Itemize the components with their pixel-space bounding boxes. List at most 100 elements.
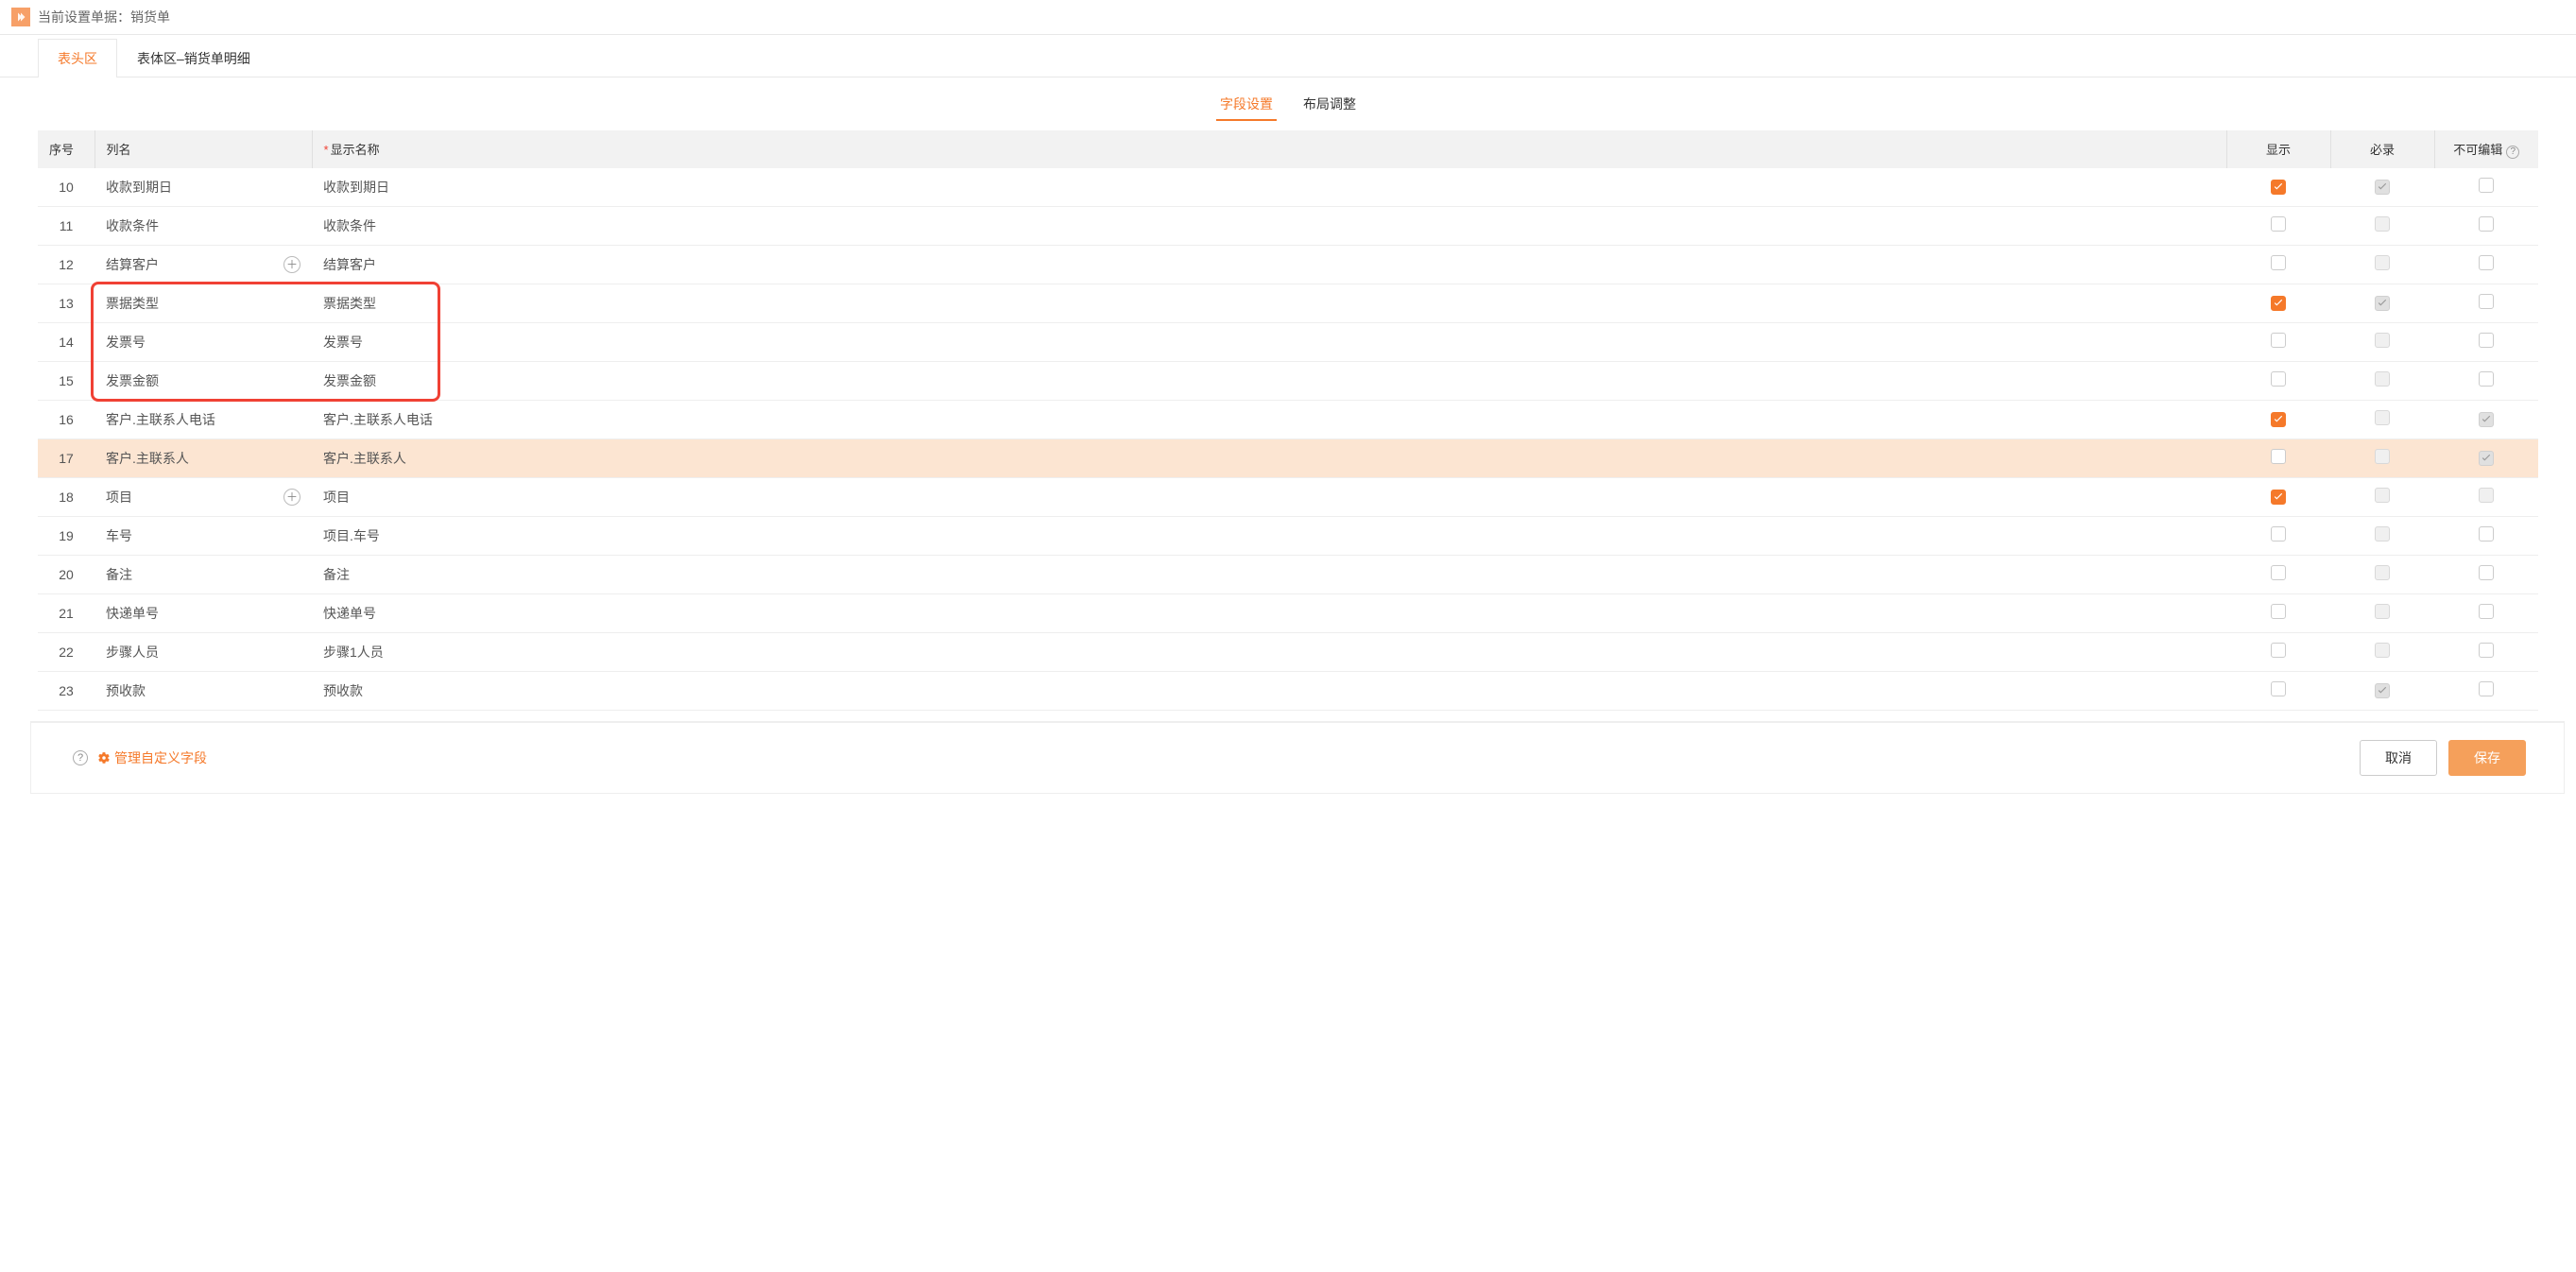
seq-cell: 20 — [38, 555, 94, 593]
footer-bar: ? 管理自定义字段 取消 保存 — [30, 722, 2565, 794]
doc-title: 当前设置单据：销货单 — [38, 8, 170, 26]
doc-name-label: 销货单 — [130, 9, 170, 25]
display-cell[interactable]: 结算客户 — [312, 245, 2226, 284]
name-cell: 发票号 — [94, 322, 312, 361]
table-row[interactable]: 17客户.主联系人客户.主联系人 — [38, 438, 2538, 477]
sub-tab-1[interactable]: 布局调整 — [1299, 89, 1360, 119]
show-checkbox[interactable] — [2271, 216, 2286, 232]
readonly-checkbox[interactable] — [2479, 255, 2494, 270]
top-bar: 当前设置单据：销货单 — [0, 0, 2576, 35]
display-cell[interactable]: 客户.主联系人电话 — [312, 400, 2226, 438]
table-row[interactable]: 12结算客户＋结算客户 — [38, 245, 2538, 284]
required-checkbox — [2375, 216, 2390, 232]
table-row[interactable]: 10收款到期日收款到期日 — [38, 168, 2538, 207]
table-row[interactable]: 11收款条件收款条件 — [38, 206, 2538, 245]
name-cell: 备注 — [94, 555, 312, 593]
table-row[interactable]: 16客户.主联系人电话客户.主联系人电话 — [38, 400, 2538, 438]
help-icon[interactable]: ? — [2506, 146, 2519, 159]
table-row[interactable]: 18项目＋项目 — [38, 477, 2538, 516]
seq-cell: 14 — [38, 322, 94, 361]
sub-tabs: 字段设置布局调整 — [0, 77, 2576, 130]
manage-custom-fields-link[interactable]: 管理自定义字段 — [97, 748, 207, 767]
display-cell[interactable]: 收款到期日 — [312, 168, 2226, 207]
table-row[interactable]: 21快递单号快递单号 — [38, 593, 2538, 632]
name-cell: 项目＋ — [94, 477, 312, 516]
name-cell: 发票金额 — [94, 361, 312, 400]
display-cell[interactable]: 步骤1人员 — [312, 632, 2226, 671]
seq-cell: 11 — [38, 206, 94, 245]
name-cell: 票据类型 — [94, 284, 312, 322]
seq-cell: 10 — [38, 168, 94, 207]
readonly-checkbox — [2479, 412, 2494, 427]
col-header-readonly: 不可编辑? — [2434, 130, 2538, 168]
sub-tab-0[interactable]: 字段设置 — [1216, 89, 1277, 119]
title-prefix-label: 当前设置单据： — [38, 9, 130, 25]
seq-cell: 16 — [38, 400, 94, 438]
show-checkbox[interactable] — [2271, 296, 2286, 311]
table-row[interactable]: 19车号项目.车号 — [38, 516, 2538, 555]
table-row[interactable]: 23预收款预收款 — [38, 671, 2538, 710]
show-checkbox[interactable] — [2271, 371, 2286, 387]
show-checkbox[interactable] — [2271, 643, 2286, 658]
show-checkbox[interactable] — [2271, 490, 2286, 505]
footer-help-icon[interactable]: ? — [73, 750, 88, 765]
table-row[interactable]: 20备注备注 — [38, 555, 2538, 593]
show-checkbox[interactable] — [2271, 180, 2286, 195]
readonly-checkbox[interactable] — [2479, 294, 2494, 309]
readonly-checkbox[interactable] — [2479, 333, 2494, 348]
readonly-checkbox[interactable] — [2479, 178, 2494, 193]
name-cell: 车号 — [94, 516, 312, 555]
table-row[interactable]: 15发票金额发票金额 — [38, 361, 2538, 400]
show-checkbox[interactable] — [2271, 681, 2286, 696]
save-button[interactable]: 保存 — [2448, 740, 2526, 776]
show-checkbox[interactable] — [2271, 526, 2286, 541]
readonly-checkbox[interactable] — [2479, 604, 2494, 619]
display-cell[interactable]: 项目 — [312, 477, 2226, 516]
required-checkbox — [2375, 371, 2390, 387]
display-cell[interactable]: 客户.主联系人 — [312, 438, 2226, 477]
name-cell: 收款到期日 — [94, 168, 312, 207]
display-cell[interactable]: 项目.车号 — [312, 516, 2226, 555]
display-cell[interactable]: 发票号 — [312, 322, 2226, 361]
show-checkbox[interactable] — [2271, 565, 2286, 580]
seq-cell: 15 — [38, 361, 94, 400]
display-cell[interactable]: 预收款 — [312, 671, 2226, 710]
readonly-checkbox[interactable] — [2479, 565, 2494, 580]
required-checkbox — [2375, 683, 2390, 698]
readonly-checkbox — [2479, 488, 2494, 503]
seq-cell: 21 — [38, 593, 94, 632]
seq-cell: 19 — [38, 516, 94, 555]
required-checkbox — [2375, 604, 2390, 619]
add-sub-field-button[interactable]: ＋ — [283, 489, 301, 506]
show-checkbox[interactable] — [2271, 255, 2286, 270]
show-checkbox[interactable] — [2271, 604, 2286, 619]
main-tab-0[interactable]: 表头区 — [38, 39, 117, 77]
show-checkbox[interactable] — [2271, 412, 2286, 427]
display-cell[interactable]: 收款条件 — [312, 206, 2226, 245]
cancel-button[interactable]: 取消 — [2360, 740, 2437, 776]
table-row[interactable]: 22步骤人员步骤1人员 — [38, 632, 2538, 671]
name-cell: 预收款 — [94, 671, 312, 710]
readonly-checkbox[interactable] — [2479, 526, 2494, 541]
required-checkbox — [2375, 333, 2390, 348]
show-checkbox[interactable] — [2271, 449, 2286, 464]
table-row[interactable]: 14发票号发票号 — [38, 322, 2538, 361]
show-checkbox[interactable] — [2271, 333, 2286, 348]
readonly-checkbox[interactable] — [2479, 643, 2494, 658]
add-sub-field-button[interactable]: ＋ — [283, 256, 301, 273]
readonly-checkbox[interactable] — [2479, 681, 2494, 696]
manage-custom-fields-label: 管理自定义字段 — [114, 748, 207, 767]
display-cell[interactable]: 快递单号 — [312, 593, 2226, 632]
name-cell: 客户.主联系人电话 — [94, 400, 312, 438]
required-checkbox — [2375, 410, 2390, 425]
table-row[interactable]: 13票据类型票据类型 — [38, 284, 2538, 322]
expand-panel-button[interactable] — [11, 8, 30, 26]
display-cell[interactable]: 备注 — [312, 555, 2226, 593]
required-checkbox — [2375, 488, 2390, 503]
main-tab-1[interactable]: 表体区–销货单明细 — [117, 39, 270, 77]
readonly-checkbox[interactable] — [2479, 371, 2494, 387]
display-cell[interactable]: 发票金额 — [312, 361, 2226, 400]
readonly-checkbox[interactable] — [2479, 216, 2494, 232]
seq-cell: 18 — [38, 477, 94, 516]
display-cell[interactable]: 票据类型 — [312, 284, 2226, 322]
